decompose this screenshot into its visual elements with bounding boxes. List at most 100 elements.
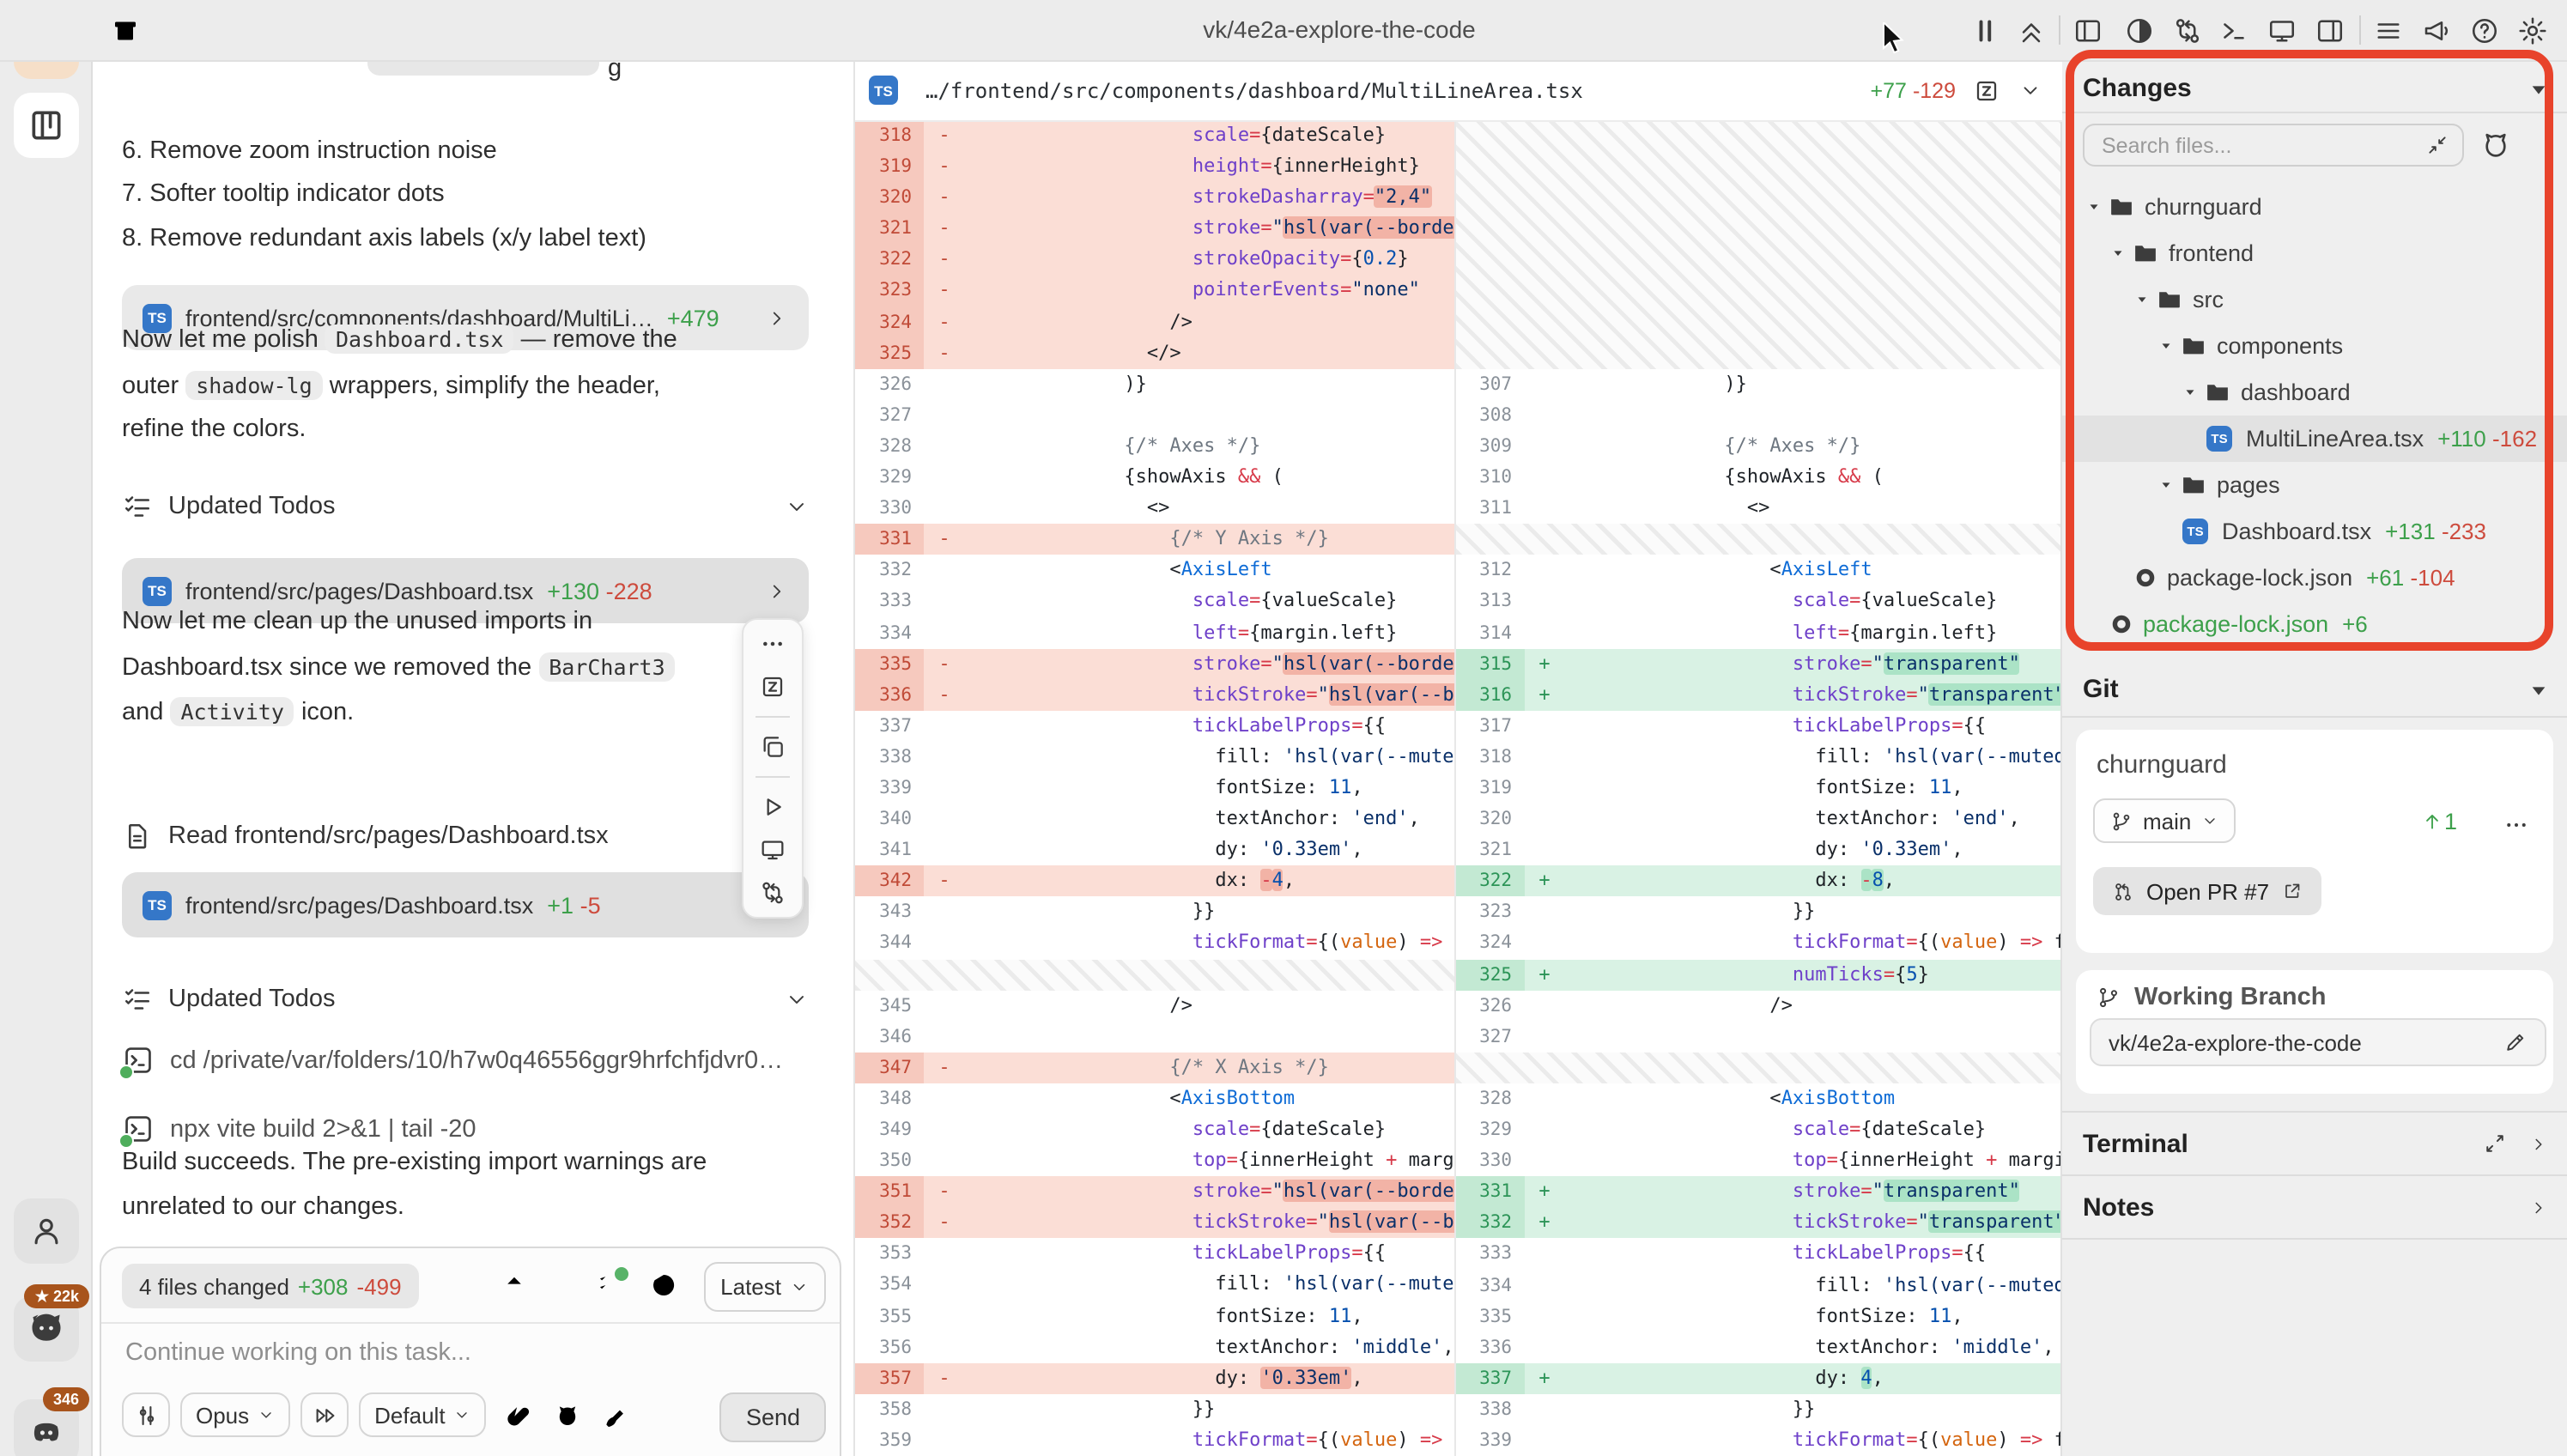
collapse-icon[interactable] [2016, 15, 2047, 46]
diff-line: 330 top={innerHeight + margin.top} [1455, 1145, 2062, 1176]
display-icon[interactable] [2267, 15, 2297, 46]
terminal-section-header[interactable]: Terminal [2062, 1113, 2567, 1174]
files-changed-chip[interactable]: 4 files changed +308 -499 [122, 1264, 419, 1308]
arrow-up-icon[interactable] [500, 1271, 529, 1300]
diff-marker [1524, 462, 1565, 493]
terminal-command-row[interactable]: npx vite build 2>&1 | tail -20 [122, 1113, 809, 1145]
diff-old-pane[interactable]: 318- scale={dateScale}319- height={inner… [855, 120, 1453, 1456]
notes-section-header[interactable]: Notes [2062, 1176, 2567, 1238]
terminal-icon [122, 1044, 155, 1077]
help-icon[interactable] [2469, 15, 2500, 46]
ellipsis-menu-icon[interactable] [2503, 812, 2529, 838]
line-number: 316 [1455, 679, 1524, 710]
pencil-icon[interactable] [2503, 1030, 2528, 1054]
diff-marker [1524, 1239, 1565, 1270]
copy-icon[interactable] [759, 733, 786, 761]
panel-left-icon[interactable] [2072, 15, 2103, 46]
open-pr-label: Open PR #7 [2146, 878, 2269, 904]
file-search-input[interactable] [2098, 131, 2426, 159]
working-branch-field[interactable]: vk/4e2a-explore-the-code [2090, 1018, 2546, 1066]
gear-icon[interactable] [2517, 15, 2548, 46]
tree-folder-churnguard[interactable]: churnguard [2062, 184, 2567, 230]
tree-file-MultiLineArea.tsx[interactable]: TSMultiLineArea.tsx+110 -162 [2062, 416, 2567, 462]
collapse-triangle-icon[interactable] [2529, 682, 2548, 701]
diff-new-pane[interactable]: 307 )}308309 {/* Axes */}310 {showAxis &… [1453, 120, 2062, 1456]
updated-todos-row[interactable]: Updated Todos [122, 984, 809, 1015]
file-diff-chip[interactable]: TSfrontend/src/pages/Dashboard.tsx+1 -5 [122, 872, 809, 937]
read-file-row[interactable]: Read frontend/src/pages/Dashboard.tsx [122, 821, 809, 852]
terminal-command-row[interactable]: cd /private/var/folders/10/h7w0q46556ggr… [122, 1044, 809, 1077]
pause-icon[interactable] [1969, 15, 2000, 46]
diff-view-icon[interactable] [1973, 76, 2000, 104]
diff-file-header[interactable]: TS …/frontend/src/components/dashboard/M… [855, 60, 2062, 122]
panel-right-icon[interactable] [2315, 15, 2345, 46]
todo-list-icon[interactable] [596, 1271, 625, 1300]
tree-folder-pages[interactable]: pages [2062, 462, 2567, 508]
tree-file-Dashboard.tsx[interactable]: TSDashboard.tsx+131 -233 [2062, 508, 2567, 555]
send-button[interactable]: Send [720, 1392, 826, 1442]
zbox-icon[interactable] [759, 673, 786, 701]
archive-icon[interactable] [110, 15, 141, 46]
paperclip-icon[interactable] [506, 1400, 535, 1429]
expand-icon[interactable] [2483, 1131, 2507, 1156]
tree-folder-components[interactable]: components [2062, 323, 2567, 369]
git-compare-icon[interactable] [759, 879, 786, 907]
tree-folder-dashboard[interactable]: dashboard [2062, 369, 2567, 416]
caret-down-icon[interactable] [2110, 246, 2126, 261]
caret-down-icon[interactable] [2182, 385, 2198, 400]
mode-dropdown[interactable]: Default [359, 1392, 486, 1437]
github-badge: ★ 22k [25, 1284, 89, 1308]
chevron-down-icon[interactable] [785, 494, 809, 519]
fast-forward-button[interactable] [300, 1392, 349, 1437]
diff-line: 328 {/* Axes */} [855, 431, 1453, 462]
success-dot [118, 1065, 134, 1080]
tree-file-package-lock.json[interactable]: package-lock.json+61 -104 [2062, 555, 2567, 601]
cat-icon[interactable] [2479, 129, 2512, 161]
collapse-tree-icon[interactable] [2426, 134, 2449, 156]
updated-todos-row[interactable]: Updated Todos [122, 491, 809, 522]
tree-file-package-lock.json[interactable]: package-lock.json+6 [2062, 601, 2567, 647]
model-dropdown[interactable]: Opus [180, 1392, 290, 1437]
dots-icon[interactable] [759, 630, 786, 658]
rail-kanban-button[interactable] [14, 93, 79, 158]
rail-person-button[interactable] [14, 1198, 79, 1264]
play-icon[interactable] [759, 793, 786, 821]
tree-folder-src[interactable]: src [2062, 276, 2567, 323]
diff-marker [924, 990, 965, 1021]
code-text: )} [1565, 369, 2062, 400]
settings-sliders-button[interactable] [122, 1392, 170, 1437]
terminal-prompt-icon[interactable] [2218, 15, 2249, 46]
added-count: +131 [2385, 519, 2436, 544]
model-label: Opus [196, 1402, 249, 1428]
repo-name: churnguard [2097, 750, 2227, 780]
caret-down-icon[interactable] [2134, 292, 2150, 307]
caret-down-icon[interactable] [2158, 477, 2174, 493]
open-pr-button[interactable]: Open PR #7 [2093, 867, 2321, 915]
monitor-icon[interactable] [759, 836, 786, 864]
chevron-right-icon [2529, 1134, 2548, 1153]
chevron-down-icon[interactable] [2019, 79, 2042, 101]
menu-icon[interactable] [2373, 15, 2404, 46]
rail-discord-button[interactable]: 346 [14, 1399, 79, 1456]
file-search[interactable] [2083, 124, 2464, 167]
spark-icon[interactable] [548, 1271, 577, 1300]
files-added-count: +308 [298, 1273, 349, 1299]
branch-dropdown[interactable]: main [2093, 798, 2236, 843]
collapse-triangle-icon[interactable] [2529, 81, 2548, 100]
chat-panel[interactable]: 4 files changed +308 -499 Latest Opus De… [91, 60, 853, 1456]
message-input[interactable] [122, 1338, 824, 1368]
cat-icon[interactable] [554, 1400, 583, 1429]
megaphone-icon[interactable] [2421, 15, 2452, 46]
rail-github-button[interactable]: ★ 22k [14, 1296, 79, 1362]
git-compare-icon[interactable] [2172, 15, 2203, 46]
tree-folder-frontend[interactable]: frontend [2062, 230, 2567, 276]
commits-ahead[interactable]: 1 [2422, 809, 2457, 834]
chevron-down-icon[interactable] [785, 987, 809, 1011]
caret-down-icon[interactable] [2086, 199, 2102, 215]
diff-marker [1524, 1332, 1565, 1362]
latest-dropdown[interactable]: Latest [703, 1262, 826, 1312]
assistant-message: Build succeeds. The pre-existing import … [122, 1142, 809, 1229]
pen-icon[interactable] [602, 1400, 631, 1429]
caret-down-icon[interactable] [2158, 338, 2174, 354]
contrast-icon[interactable] [2124, 15, 2155, 46]
